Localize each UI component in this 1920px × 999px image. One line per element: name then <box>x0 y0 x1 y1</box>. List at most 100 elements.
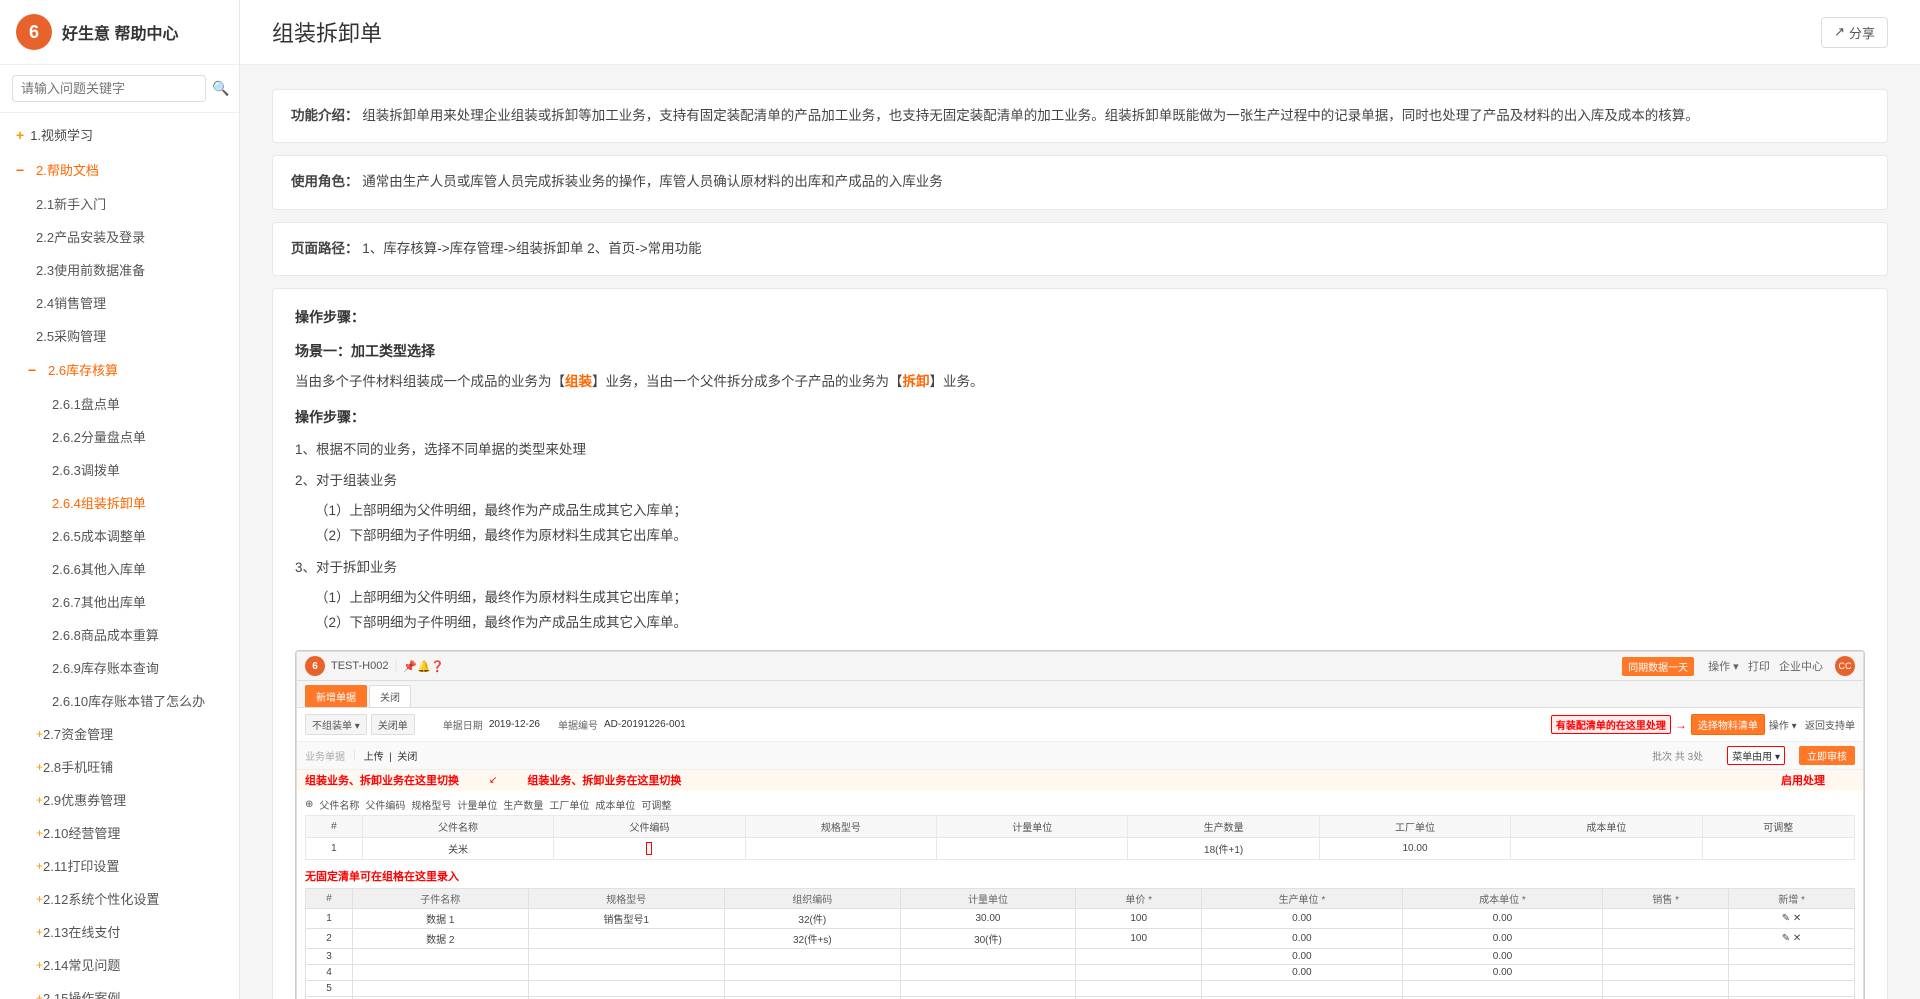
main-header: 组装拆卸单 ↗ 分享 <box>240 0 1920 65</box>
sidebar-sub-label-211: 2.11打印设置 <box>43 856 119 875</box>
sidebar-item-docs-214[interactable]: + 2.14常见问题 <box>0 948 239 981</box>
td2-cspec: 销售型号1 <box>528 909 724 929</box>
sidebar-item-docs-2610[interactable]: 2.6.10库存账本错了怎么办 <box>0 684 239 717</box>
path-text: 1、库存核算->库存管理->组装拆卸单 2、首页->常用功能 <box>362 241 701 256</box>
mock-topbar-user: CC <box>1835 656 1855 676</box>
sidebar-item-docs-265[interactable]: 2.6.5成本调整单 <box>0 519 239 552</box>
td2-cunit: 30.00 <box>900 909 1076 929</box>
sidebar-item-docs-268[interactable]: 2.6.8商品成本重算 <box>0 618 239 651</box>
mock-browser: 6 TEST-H002 | 📌🔔❓ 同期数据一天 操作 ▾ 打印 企业中心 CC… <box>296 651 1864 999</box>
mock-btn-save[interactable]: 不组装单 ▾ <box>305 714 367 735</box>
mock-topbar-id: TEST-H002 <box>331 660 388 672</box>
mock-table2: # 子件名称 规格型号 组织编码 计量单位 单价 * 生产单位 * 成本单位 *… <box>305 888 1855 999</box>
sidebar-sub-label-29: 2.9优惠券管理 <box>43 790 126 809</box>
mock-table1-label: 父件名称 <box>319 797 359 812</box>
sidebar-sub-label-28: 2.8手机旺铺 <box>43 757 113 776</box>
td2-cprice: 100 <box>1076 929 1202 949</box>
mock-table1-code: 父件编码 <box>365 797 405 812</box>
sidebar-item-docs-27[interactable]: + 2.7资金管理 <box>0 717 239 750</box>
sidebar-item-docs-267[interactable]: 2.6.7其他出库单 <box>0 585 239 618</box>
sidebar-item-docs-210[interactable]: + 2.10经营管理 <box>0 816 239 849</box>
plus-icon-213: + <box>36 925 43 939</box>
sidebar-item-docs-262[interactable]: 2.6.2分量盘点单 <box>0 420 239 453</box>
annotation1-text: 有装配清单的在这里处理 <box>1551 715 1671 734</box>
td-row-no: 1 <box>306 838 363 860</box>
scene1-desc: 当由多个子件材料组装成一个成品的业务为【组装】业务，当由一个父件拆分成多个子产品… <box>295 369 1865 395</box>
mock-table1-cost: 成本单位 <box>595 797 635 812</box>
sidebar-sub-label-267: 2.6.7其他出库单 <box>52 592 146 611</box>
sidebar-item-docs-212[interactable]: + 2.12系统个性化设置 <box>0 882 239 915</box>
mock-order-label: 单据编号 <box>558 717 598 732</box>
search-input[interactable] <box>12 75 206 102</box>
mock-btn-confirm[interactable]: 立即审核 <box>1799 746 1855 765</box>
sidebar-item-video[interactable]: + 1.视频学习 <box>0 117 239 152</box>
sidebar-item-docs-28[interactable]: + 2.8手机旺铺 <box>0 750 239 783</box>
step2-subs: （1）上部明细为父件明细，最终作为产成品生成其它入库单； （2）下部明细为子件明… <box>315 498 1865 549</box>
td2-cnew: ✎ ✕ <box>1729 909 1855 929</box>
th-ffactory: 工厂单位 <box>1319 816 1510 838</box>
sidebar-item-docs-211[interactable]: + 2.11打印设置 <box>0 849 239 882</box>
mock-table1: # 父件名称 父件编码 规格型号 计量单位 生产数量 工厂单位 成本单位 可调整 <box>305 815 1855 860</box>
sidebar-item-docs-263[interactable]: 2.6.3调拨单 <box>0 453 239 486</box>
table-row: 2 数据 2 32(件+s) 30(件) 100 0.00 0.00 ✎ <box>306 929 1855 949</box>
sidebar-item-docs-22[interactable]: 2.2产品安装及登录 <box>0 220 239 253</box>
sidebar-item-docs-261[interactable]: 2.6.1盘点单 <box>0 387 239 420</box>
mock-btn-audit[interactable]: 关闭单 <box>371 714 415 735</box>
th-fcode: 父件编码 <box>554 816 745 838</box>
share-icon: ↗ <box>1834 24 1845 40</box>
th-fprod: 生产数量 <box>1128 816 1319 838</box>
annotation4-text: 无固定清单可在组格在这里录入 <box>305 868 1855 884</box>
arrow-left-icon: ↙ <box>489 775 497 786</box>
sidebar-sub-label-2610: 2.6.10库存账本错了怎么办 <box>52 691 205 710</box>
sidebar-item-docs-215[interactable]: + 2.15操作案例 <box>0 981 239 999</box>
mock-type-select[interactable]: 菜单由用 ▾ <box>1727 746 1785 765</box>
share-label: 分享 <box>1849 23 1875 42</box>
sidebar-item-docs-269[interactable]: 2.6.9库存账本查询 <box>0 651 239 684</box>
th2-cunit: 计量单位 <box>900 889 1076 909</box>
search-icon[interactable]: 🔍 <box>212 80 229 97</box>
sidebar-sub-label-210: 2.10经营管理 <box>43 823 120 842</box>
content-area: 功能介绍： 组装拆卸单用来处理企业组装或拆卸等加工业务，支持有固定装配清单的产品… <box>240 65 1920 999</box>
sidebar-item-docs-26[interactable]: − 2.6库存核算 <box>0 352 239 387</box>
sidebar-item-docs-266[interactable]: 2.6.6其他入库单 <box>0 552 239 585</box>
th-no: # <box>306 816 363 838</box>
search-bar: 🔍 <box>0 65 239 113</box>
sidebar-item-docs-23[interactable]: 2.3使用前数据准备 <box>0 253 239 286</box>
sidebar-item-docs-25[interactable]: 2.5采购管理 <box>0 319 239 352</box>
plus-icon-29: + <box>36 793 43 807</box>
td2-no: 2 <box>306 929 353 949</box>
mock-date-value: 2019-12-26 <box>489 719 540 730</box>
mock-table1-factory: 工厂单位 <box>549 797 589 812</box>
table-row: 5 <box>306 981 1855 997</box>
steps-container: 操作步骤： 场景一：加工类型选择 当由多个子件材料组装成一个成品的业务为【组装】… <box>272 288 1888 999</box>
plus-icon-28: + <box>36 760 43 774</box>
td-fspec <box>745 838 936 860</box>
minus-icon-26: − <box>28 362 42 378</box>
th-fspec: 规格型号 <box>745 816 936 838</box>
sidebar-sub-label-263: 2.6.3调拨单 <box>52 460 120 479</box>
sidebar-item-docs-213[interactable]: + 2.13在线支付 <box>0 915 239 948</box>
th2-ccode: 组织编码 <box>725 889 901 909</box>
share-button[interactable]: ↗ 分享 <box>1821 17 1888 48</box>
sidebar-item-docs-29[interactable]: + 2.9优惠券管理 <box>0 783 239 816</box>
sidebar-item-docs-264[interactable]: 2.6.4组装拆卸单 <box>0 486 239 519</box>
table-row: 1 关米 18(件+1) 10.00 <box>306 838 1855 860</box>
mock-btn-select-bom[interactable]: 选择物料清单 <box>1691 714 1765 735</box>
mock-tab-new[interactable]: 新增单据 <box>305 685 367 707</box>
sidebar-item-docs-21[interactable]: 2.1新手入门 <box>0 187 239 220</box>
mock-tab-close[interactable]: 关闭 <box>369 685 411 707</box>
td2-cspec <box>528 929 724 949</box>
sidebar-item-docs-24[interactable]: 2.4销售管理 <box>0 286 239 319</box>
td2-no: 1 <box>306 909 353 929</box>
mock-topbar-icons: 📌🔔❓ <box>403 660 444 673</box>
mock-topbar-btn[interactable]: 同期数据一天 <box>1622 657 1694 676</box>
plus-icon-211: + <box>36 859 43 873</box>
sidebar-item-docs[interactable]: − 2.帮助文档 <box>0 152 239 187</box>
sidebar-item-docs-label: 2.帮助文档 <box>36 160 99 179</box>
mock-subtoolbar-tabs: 上传 | 关闭 <box>364 748 418 763</box>
annotation1-arrow: → <box>1675 718 1687 732</box>
td2-cname: 数据 1 <box>352 909 528 929</box>
plus-icon-27: + <box>36 727 43 741</box>
mock-logo: 6 <box>305 656 325 676</box>
sidebar-sub-label-268: 2.6.8商品成本重算 <box>52 625 159 644</box>
